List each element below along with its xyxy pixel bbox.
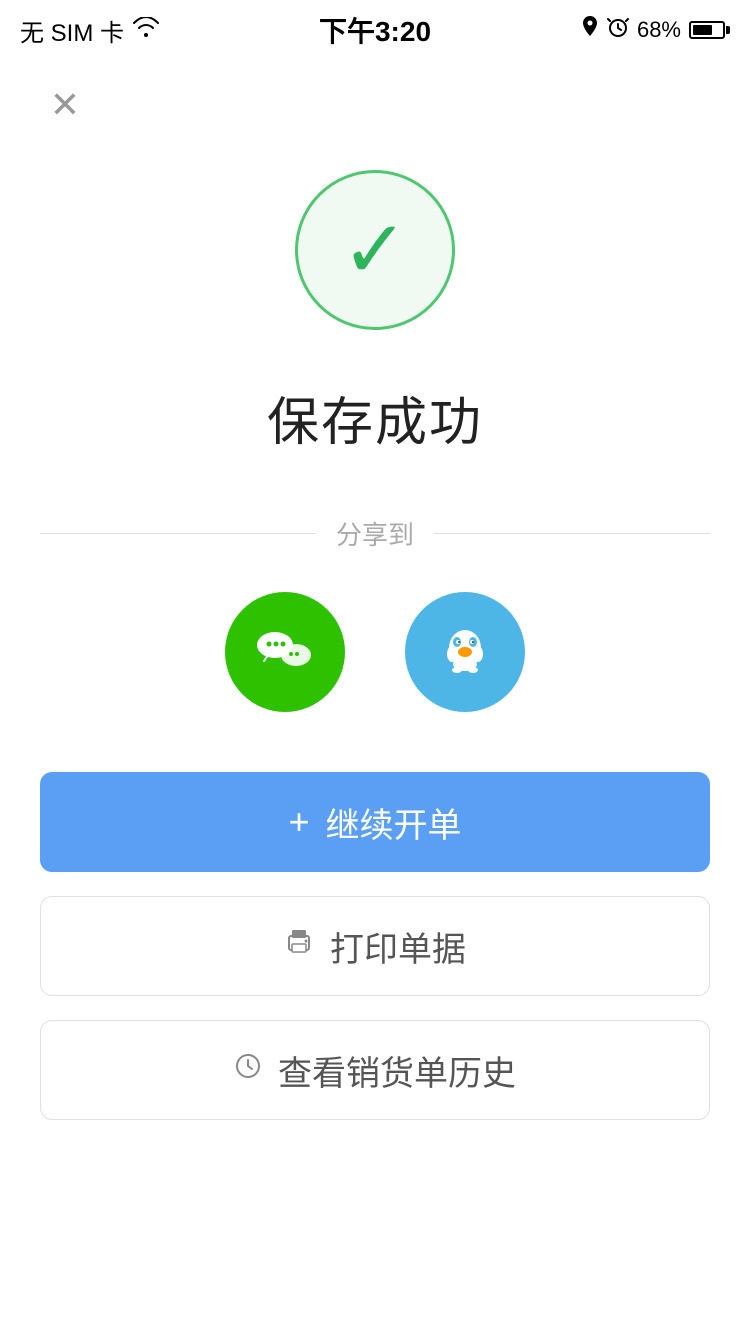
close-button[interactable]: ✕ bbox=[40, 80, 90, 130]
close-area: ✕ bbox=[0, 60, 750, 150]
wechat-share-button[interactable] bbox=[225, 592, 345, 712]
close-icon: ✕ bbox=[50, 87, 80, 123]
success-circle: ✓ bbox=[295, 170, 455, 330]
status-bar: 无 SIM 卡 下午3:20 68% bbox=[0, 0, 750, 60]
status-left: 无 SIM 卡 bbox=[20, 13, 160, 48]
battery-percentage: 68% bbox=[637, 17, 681, 43]
wechat-icon bbox=[250, 617, 320, 687]
qq-icon bbox=[433, 620, 498, 685]
status-right: 68% bbox=[581, 16, 730, 44]
qq-share-button[interactable] bbox=[405, 592, 525, 712]
print-button[interactable]: 打印单据 bbox=[40, 896, 710, 996]
share-label: 分享到 bbox=[336, 515, 414, 552]
success-title: 保存成功 bbox=[267, 380, 483, 455]
checkmark-icon: ✓ bbox=[341, 210, 408, 290]
history-button[interactable]: 查看销货单历史 bbox=[40, 1020, 710, 1120]
plus-icon: + bbox=[288, 801, 309, 843]
printer-icon bbox=[284, 928, 314, 964]
divider-left bbox=[40, 533, 316, 534]
action-buttons: + 继续开单 打印单据 查看销货单历史 bbox=[40, 772, 710, 1120]
main-content: ✓ 保存成功 分享到 bbox=[0, 150, 750, 1334]
alarm-icon bbox=[607, 16, 629, 44]
continue-order-button[interactable]: + 继续开单 bbox=[40, 772, 710, 872]
carrier-text: 无 SIM 卡 bbox=[20, 13, 124, 48]
share-icons-row bbox=[40, 592, 710, 712]
history-label: 查看销货单历史 bbox=[278, 1046, 516, 1095]
share-divider-row: 分享到 bbox=[40, 515, 710, 552]
print-label: 打印单据 bbox=[330, 922, 466, 971]
divider-right bbox=[434, 533, 710, 534]
location-icon bbox=[581, 16, 599, 44]
continue-order-label: 继续开单 bbox=[326, 798, 462, 847]
share-section: 分享到 bbox=[40, 515, 710, 712]
wifi-icon bbox=[132, 16, 160, 44]
clock-icon bbox=[234, 1052, 262, 1088]
status-time: 下午3:20 bbox=[319, 10, 431, 50]
battery-icon bbox=[689, 21, 730, 39]
